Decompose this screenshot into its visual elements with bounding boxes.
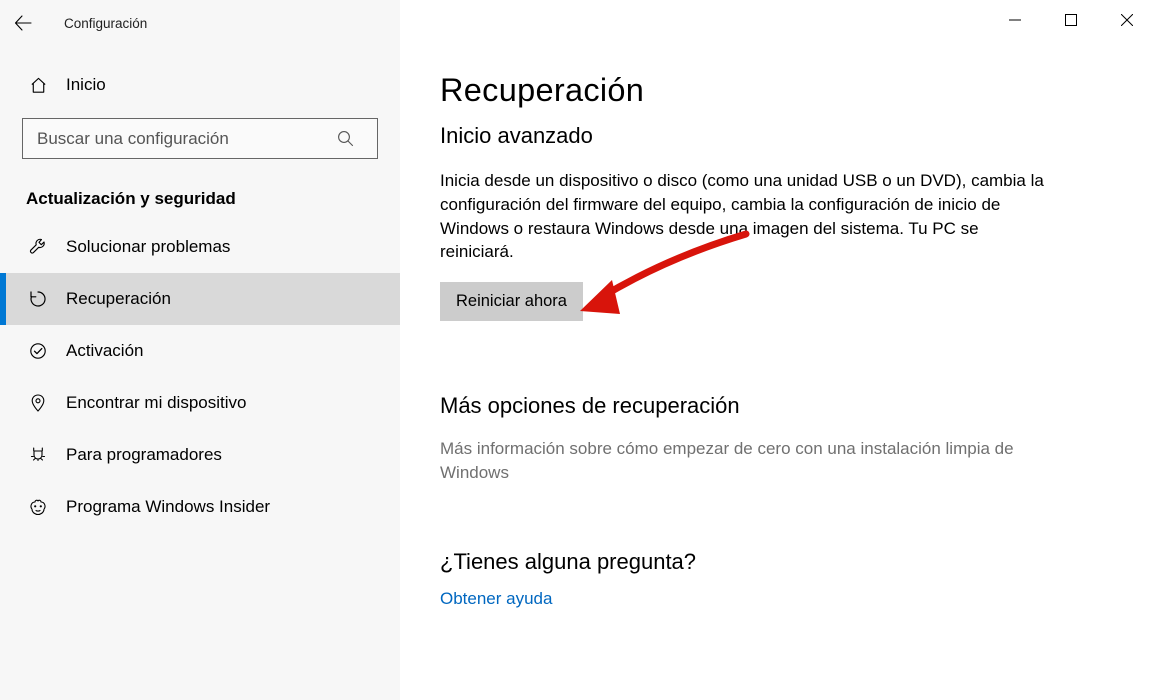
help-heading: ¿Tienes alguna pregunta? bbox=[440, 549, 1115, 575]
minimize-button[interactable] bbox=[987, 0, 1043, 40]
sidebar-item-label: Para programadores bbox=[66, 445, 222, 465]
window-controls bbox=[987, 0, 1155, 46]
sidebar-item-developers[interactable]: Para programadores bbox=[22, 429, 380, 481]
sidebar-item-label: Recuperación bbox=[66, 289, 171, 309]
more-options-heading: Más opciones de recuperación bbox=[440, 393, 1115, 419]
sidebar-item-label: Solucionar problemas bbox=[66, 237, 230, 257]
sidebar-item-troubleshoot[interactable]: Solucionar problemas bbox=[22, 221, 380, 273]
sidebar-section-title: Actualización y seguridad bbox=[26, 189, 380, 209]
more-options-body: Más información sobre cómo empezar de ce… bbox=[440, 437, 1050, 485]
back-button[interactable] bbox=[0, 0, 46, 46]
sidebar-item-recovery[interactable]: Recuperación bbox=[0, 273, 400, 325]
sidebar-item-activation[interactable]: Activación bbox=[22, 325, 380, 377]
get-help-link[interactable]: Obtener ayuda bbox=[440, 589, 552, 609]
sidebar-home-label: Inicio bbox=[66, 75, 106, 95]
insider-icon bbox=[26, 497, 50, 517]
minimize-icon bbox=[1009, 14, 1021, 26]
restart-now-button[interactable]: Reiniciar ahora bbox=[440, 282, 583, 321]
sidebar-home[interactable]: Inicio bbox=[22, 60, 380, 110]
sidebar-item-insider[interactable]: Programa Windows Insider bbox=[22, 481, 380, 533]
advanced-startup-heading: Inicio avanzado bbox=[440, 123, 1115, 149]
sidebar-item-find-device[interactable]: Encontrar mi dispositivo bbox=[22, 377, 380, 429]
maximize-button[interactable] bbox=[1043, 0, 1099, 40]
search-icon bbox=[337, 118, 354, 159]
titlebar: Configuración bbox=[0, 0, 1155, 46]
search-input[interactable] bbox=[22, 118, 378, 159]
sidebar: Inicio Actualización y seguridad Solucio… bbox=[0, 46, 400, 700]
search-wrap bbox=[22, 118, 380, 159]
close-icon bbox=[1121, 14, 1133, 26]
sidebar-item-label: Activación bbox=[66, 341, 143, 361]
page-title: Recuperación bbox=[440, 72, 1115, 109]
developers-icon bbox=[26, 445, 50, 465]
arrow-left-icon bbox=[14, 14, 32, 32]
window-title: Configuración bbox=[64, 16, 147, 31]
maximize-icon bbox=[1065, 14, 1077, 26]
find-device-icon bbox=[26, 393, 50, 413]
home-icon bbox=[26, 76, 50, 95]
sidebar-item-label: Encontrar mi dispositivo bbox=[66, 393, 246, 413]
recovery-icon bbox=[26, 289, 50, 309]
sidebar-item-label: Programa Windows Insider bbox=[66, 497, 270, 517]
content-pane: Recuperación Inicio avanzado Inicia desd… bbox=[400, 46, 1155, 700]
activation-icon bbox=[26, 341, 50, 361]
advanced-startup-body: Inicia desde un dispositivo o disco (com… bbox=[440, 169, 1050, 264]
close-button[interactable] bbox=[1099, 0, 1155, 40]
wrench-icon bbox=[26, 237, 50, 257]
